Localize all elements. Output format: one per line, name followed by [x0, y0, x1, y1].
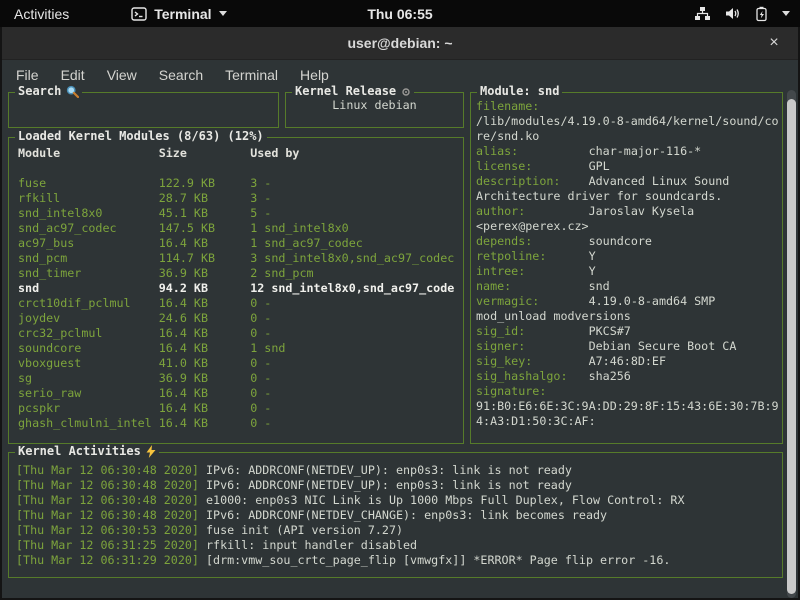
modules-table-panel: Loaded Kernel Modules (8/63) (12%) Modul… [8, 129, 464, 444]
kernel-release-panel: Kernel Release Linux debian [285, 84, 464, 128]
search-panel[interactable]: Search [8, 84, 279, 128]
desktop: Activities Terminal Thu 06:55 user@debia… [0, 0, 800, 600]
kernel-activities-panel: Kernel Activities [Thu Mar 12 06:30:48 2… [8, 444, 783, 578]
table-row-sg[interactable]: sg 36.9 KB 0 - [18, 371, 463, 386]
table-row-snd_pcm[interactable]: snd_pcm 114.7 KB 3 snd_intel8x0,snd_ac97… [18, 251, 463, 266]
kernel-activities-body: [Thu Mar 12 06:30:48 2020] IPv6: ADDRCON… [9, 453, 782, 568]
table-row-ac97_bus[interactable]: ac97_bus 16.4 KB 1 snd_ac97_codec [18, 236, 463, 251]
table-row-serio_raw[interactable]: serio_raw 16.4 KB 0 - [18, 386, 463, 401]
menu-edit[interactable]: Edit [61, 67, 85, 83]
kmon-tui: Search Kernel Release Linux debian Modul… [2, 84, 798, 598]
module-info-line: filename: [476, 99, 589, 113]
module-info-line: /lib/modules/4.19.0-8-amd64/kernel/sound… [476, 114, 779, 128]
log-line: [Thu Mar 12 06:30:53 2020] fuse init (AP… [16, 523, 404, 537]
table-row-joydev[interactable]: joydev 24.6 KB 0 - [18, 311, 463, 326]
module-info-line: 91:B0:E6:6E:3C:9A:DD:29:8F:15:43:6E:30:7… [476, 399, 779, 413]
modules-table-body: Module Size Used by fuse 122.9 KB 3 - rfki… [9, 138, 463, 431]
module-info-line: depends: soundcore [476, 234, 652, 248]
module-info-line: retpoline: Y [476, 249, 596, 263]
module-info-title-text: Module: snd [480, 84, 560, 98]
chevron-down-icon[interactable] [782, 11, 790, 16]
module-info-body: filename: /lib/modules/4.19.0-8-amd64/ke… [471, 93, 782, 433]
module-info-title: Module: snd [477, 84, 563, 99]
module-info-line: description: Advanced Linux Sound [476, 174, 730, 188]
table-row-snd[interactable]: snd 94.2 KB 12 snd_intel8x0,snd_ac97_cod… [18, 281, 463, 296]
module-info-line: alias: char-major-116-* [476, 144, 702, 158]
kernel-release-title-text: Kernel Release [295, 84, 397, 98]
module-info-line: <perex@perex.cz> [476, 219, 589, 233]
module-info-line: intree: Y [476, 264, 596, 278]
modules-table-title-text: Loaded Kernel Modules (8/63) (12%) [18, 129, 264, 143]
module-info-line: sig_hashalgo: sha256 [476, 369, 631, 383]
log-line: [Thu Mar 12 06:31:25 2020] rfkill: input… [16, 538, 418, 552]
app-menu-button[interactable]: Terminal [131, 5, 227, 22]
scrollbar-thumb[interactable] [787, 99, 796, 594]
table-row-pcspkr[interactable]: pcspkr 16.4 KB 0 - [18, 401, 463, 416]
table-row-soundcore[interactable]: soundcore 16.4 KB 1 snd [18, 341, 463, 356]
module-info-line: sig_key: A7:46:8D:EF [476, 354, 666, 368]
activities-button[interactable]: Activities [14, 6, 69, 22]
log-line: [Thu Mar 12 06:30:48 2020] IPv6: ADDRCON… [16, 478, 572, 492]
menu-file[interactable]: File [16, 67, 39, 83]
lightning-icon [146, 445, 156, 458]
close-button[interactable]: × [764, 33, 784, 53]
log-line: [Thu Mar 12 06:30:48 2020] IPv6: ADDRCON… [16, 463, 572, 477]
module-info-panel: Module: snd filename: /lib/modules/4.19.… [470, 84, 783, 444]
volume-icon[interactable] [724, 6, 741, 21]
module-info-line: signature: [476, 384, 589, 398]
gnome-top-bar: Activities Terminal Thu 06:55 [0, 0, 800, 27]
menu-search[interactable]: Search [159, 67, 203, 83]
table-row-fuse[interactable]: fuse 122.9 KB 3 - [18, 176, 463, 191]
network-icon[interactable] [694, 6, 711, 21]
kernel-release-value: Linux debian [332, 98, 417, 112]
module-info-line: 4:A3:D1:50:3C:AF: [476, 414, 596, 428]
kernel-activities-title-text: Kernel Activities [18, 444, 141, 458]
window-title: user@debian: ~ [347, 35, 453, 51]
menu-help[interactable]: Help [300, 67, 329, 83]
gear-icon [401, 87, 411, 97]
log-line: [Thu Mar 12 06:30:48 2020] e1000: enp0s3… [16, 493, 685, 507]
table-row-snd_timer[interactable]: snd_timer 36.9 KB 2 snd_pcm [18, 266, 463, 281]
terminal-app-icon [131, 6, 147, 21]
search-input[interactable] [9, 93, 278, 127]
window-titlebar[interactable]: user@debian: ~ × [2, 27, 798, 60]
module-info-line: Architecture driver for soundcards. [476, 189, 723, 203]
chevron-down-icon [218, 11, 227, 16]
table-header: Module Size Used by [18, 146, 300, 160]
kernel-release-title: Kernel Release [292, 84, 415, 99]
module-info-line: name: snd [476, 279, 610, 293]
menu-terminal[interactable]: Terminal [225, 67, 278, 83]
module-info-line: signer: Debian Secure Boot CA [476, 339, 737, 353]
modules-table-title: Loaded Kernel Modules (8/63) (12%) [15, 129, 267, 144]
menu-view[interactable]: View [107, 67, 137, 83]
module-info-line: author: Jaroslav Kysela [476, 204, 695, 218]
table-row-crct10dif_pclmul[interactable]: crct10dif_pclmul 16.4 KB 0 - [18, 296, 463, 311]
module-info-line: re/snd.ko [476, 129, 540, 143]
table-row-snd_intel8x0[interactable]: snd_intel8x0 45.1 KB 5 - [18, 206, 463, 221]
table-row-snd_ac97_codec[interactable]: snd_ac97_codec 147.5 KB 1 snd_intel8x0 [18, 221, 463, 236]
module-info-line: license: GPL [476, 159, 610, 173]
module-info-line: mod_unload modversions [476, 309, 631, 323]
clock: Thu 06:55 [367, 5, 433, 22]
log-line: [Thu Mar 12 06:31:29 2020] [drm:vmw_sou_… [16, 553, 671, 567]
module-info-line: sig_id: PKCS#7 [476, 324, 631, 338]
table-row-vboxguest[interactable]: vboxguest 41.0 KB 0 - [18, 356, 463, 371]
module-info-line: vermagic: 4.19.0-8-amd64 SMP [476, 294, 716, 308]
app-menu-label: Terminal [154, 5, 212, 22]
log-line: [Thu Mar 12 06:30:48 2020] IPv6: ADDRCON… [16, 508, 608, 522]
kernel-activities-title: Kernel Activities [15, 444, 159, 459]
battery-icon[interactable] [754, 6, 769, 22]
table-row-crc32_pclmul[interactable]: crc32_pclmul 16.4 KB 0 - [18, 326, 463, 341]
table-row-rfkill[interactable]: rfkill 28.7 KB 3 - [18, 191, 463, 206]
terminal-window: user@debian: ~ × File Edit View Search Termi… [2, 27, 798, 598]
table-row-ghash_clmulni_intel[interactable]: ghash_clmulni_intel 16.4 KB 0 - [18, 416, 463, 431]
